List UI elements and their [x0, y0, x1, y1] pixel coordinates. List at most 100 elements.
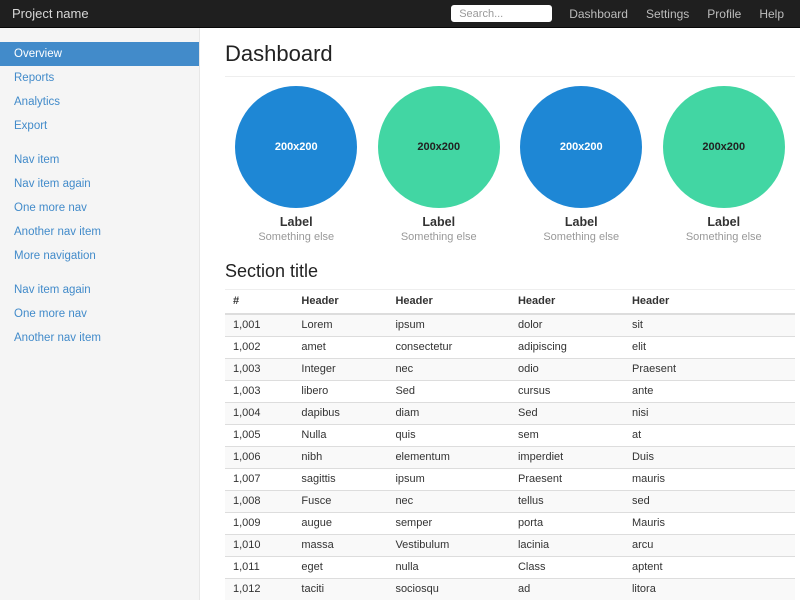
table-cell: 1,005: [225, 425, 293, 447]
table-header-cell: Header: [510, 290, 624, 314]
table-cell: Nulla: [293, 425, 387, 447]
table-cell: Fusce: [293, 491, 387, 513]
table-cell: eget: [293, 557, 387, 579]
placeholder-label: Label: [565, 215, 598, 229]
table-cell: sed: [624, 491, 795, 513]
sidebar-item-one-more-nav[interactable]: One more nav: [0, 196, 199, 220]
table-cell: sagittis: [293, 469, 387, 491]
table-cell: ipsum: [387, 314, 510, 337]
table-cell: diam: [387, 403, 510, 425]
page-title: Dashboard: [225, 41, 795, 77]
table-cell: cursus: [510, 381, 624, 403]
table-row: 1,011egetnullaClassaptent: [225, 557, 795, 579]
table-cell: odio: [510, 359, 624, 381]
table-cell: dapibus: [293, 403, 387, 425]
table-cell: sit: [624, 314, 795, 337]
navbar-links: DashboardSettingsProfileHelp: [560, 0, 793, 28]
navbar-link-settings[interactable]: Settings: [637, 0, 698, 28]
table-cell: Praesent: [624, 359, 795, 381]
table-cell: elementum: [387, 447, 510, 469]
sidebar-item-export[interactable]: Export: [0, 114, 199, 138]
placeholder-sublabel: Something else: [258, 231, 334, 243]
sidebar-item-reports[interactable]: Reports: [0, 66, 199, 90]
table-cell: nec: [387, 491, 510, 513]
sidebar-item-one-more-nav[interactable]: One more nav: [0, 302, 199, 326]
table-cell: libero: [293, 381, 387, 403]
placeholder-image: 200x200: [520, 86, 642, 208]
table-cell: ipsum: [387, 469, 510, 491]
table-cell: 1,012: [225, 579, 293, 600]
table-cell: lacinia: [510, 535, 624, 557]
table-header-cell: Header: [387, 290, 510, 314]
navbar-right: DashboardSettingsProfileHelp: [451, 0, 800, 28]
navbar-link-dashboard[interactable]: Dashboard: [560, 0, 637, 28]
table-row: 1,003IntegernecodioPraesent: [225, 359, 795, 381]
table-cell: 1,001: [225, 314, 293, 337]
navbar-link-profile[interactable]: Profile: [698, 0, 750, 28]
table-row: 1,012tacitisociosquadlitora: [225, 579, 795, 600]
placeholder-size-text: 200x200: [560, 141, 603, 153]
table-cell: aptent: [624, 557, 795, 579]
navbar-link-help[interactable]: Help: [750, 0, 793, 28]
table-row: 1,003liberoSedcursusante: [225, 381, 795, 403]
table-row: 1,004dapibusdiamSednisi: [225, 403, 795, 425]
data-table: #HeaderHeaderHeaderHeader 1,001Loremipsu…: [225, 290, 795, 600]
main-content: Dashboard 200x200LabelSomething else200x…: [200, 28, 800, 600]
top-navbar: Project name DashboardSettingsProfileHel…: [0, 0, 800, 28]
section-title: Section title: [225, 261, 795, 290]
table-cell: Sed: [510, 403, 624, 425]
placeholder-sublabel: Something else: [543, 231, 619, 243]
table-cell: Integer: [293, 359, 387, 381]
placeholder-column: 200x200 Label Something else: [225, 86, 368, 243]
table-cell: 1,006: [225, 447, 293, 469]
table-cell: consectetur: [387, 337, 510, 359]
placeholder-sublabel: Something else: [686, 231, 762, 243]
sidebar-item-analytics[interactable]: Analytics: [0, 90, 199, 114]
placeholder-column: 200x200LabelSomething else: [653, 86, 796, 243]
table-cell: Vestibulum: [387, 535, 510, 557]
sidebar-item-another-nav-item[interactable]: Another nav item: [0, 220, 199, 244]
table-cell: Duis: [624, 447, 795, 469]
table-cell: arcu: [624, 535, 795, 557]
placeholder-size-text: 200x200: [275, 141, 318, 153]
table-cell: ante: [624, 381, 795, 403]
placeholder-image: 200x200: [663, 86, 785, 208]
table-cell: nibh: [293, 447, 387, 469]
table-cell: Sed: [387, 381, 510, 403]
search-input[interactable]: [451, 5, 552, 22]
sidebar-group: Nav item againOne more navAnother nav it…: [0, 278, 199, 350]
table-cell: litora: [624, 579, 795, 600]
table-row: 1,008Fuscenectellussed: [225, 491, 795, 513]
table-cell: 1,008: [225, 491, 293, 513]
placeholder-column: 200x200 Label Something else: [510, 86, 653, 243]
brand-link[interactable]: Project name: [0, 0, 101, 28]
placeholder-label: Label: [280, 215, 313, 229]
table-cell: amet: [293, 337, 387, 359]
sidebar-item-overview[interactable]: Overview: [0, 42, 199, 66]
sidebar-item-nav-item[interactable]: Nav item: [0, 148, 199, 172]
table-cell: taciti: [293, 579, 387, 600]
placeholder-size-text: 200x200: [417, 141, 460, 153]
table-cell: sociosqu: [387, 579, 510, 600]
table-cell: 1,003: [225, 359, 293, 381]
placeholder-row: 200x200 Label Something else 200x200 Label So…: [225, 86, 795, 243]
table-body: 1,001Loremipsumdolorsit1,002ametconsecte…: [225, 314, 795, 600]
sidebar-item-nav-item-again[interactable]: Nav item again: [0, 172, 199, 196]
table-cell: ad: [510, 579, 624, 600]
placeholder-size-text: 200x200: [702, 141, 745, 153]
table-header-row: #HeaderHeaderHeaderHeader: [225, 290, 795, 314]
table-cell: semper: [387, 513, 510, 535]
table-cell: nec: [387, 359, 510, 381]
sidebar-item-nav-item-again[interactable]: Nav item again: [0, 278, 199, 302]
table-cell: dolor: [510, 314, 624, 337]
table-cell: 1,009: [225, 513, 293, 535]
table-row: 1,009auguesemperportaMauris: [225, 513, 795, 535]
table-cell: porta: [510, 513, 624, 535]
sidebar-item-another-nav-item[interactable]: Another nav item: [0, 326, 199, 350]
table-cell: 1,002: [225, 337, 293, 359]
sidebar-item-more-navigation[interactable]: More navigation: [0, 244, 199, 268]
sidebar-group: OverviewReportsAnalyticsExport: [0, 42, 199, 138]
table-cell: 1,003: [225, 381, 293, 403]
table-cell: Class: [510, 557, 624, 579]
table-cell: Mauris: [624, 513, 795, 535]
